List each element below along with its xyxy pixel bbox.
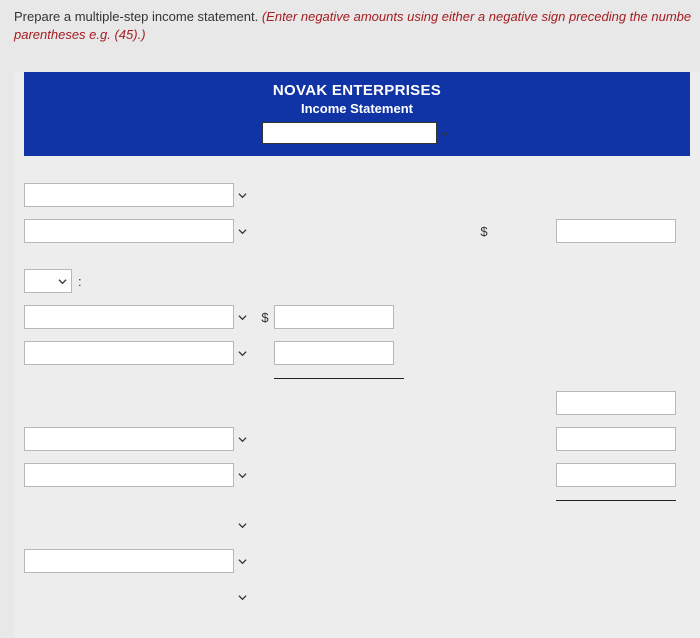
label-dropdown[interactable] bbox=[234, 429, 250, 449]
chevron-down-icon bbox=[238, 313, 247, 322]
chevron-down-icon bbox=[440, 129, 449, 138]
single-underline bbox=[556, 500, 676, 501]
line-row bbox=[24, 460, 690, 490]
instruction-main: Prepare a multiple-step income statement… bbox=[14, 9, 262, 24]
amount-input[interactable] bbox=[556, 427, 676, 451]
period-dropdown[interactable] bbox=[437, 123, 453, 143]
account-label-input[interactable] bbox=[24, 219, 234, 243]
account-label-input[interactable] bbox=[24, 305, 234, 329]
line-row bbox=[24, 338, 690, 368]
chevron-down-icon bbox=[238, 191, 247, 200]
amount-input[interactable] bbox=[274, 305, 394, 329]
chevron-down-icon bbox=[238, 557, 247, 566]
statement-banner: NOVAK ENTERPRISES Income Statement bbox=[24, 72, 690, 156]
label-dropdown[interactable] bbox=[234, 515, 250, 535]
line-row bbox=[24, 388, 690, 418]
label-dropdown[interactable] bbox=[234, 343, 250, 363]
chevron-down-icon bbox=[238, 349, 247, 358]
amount-input[interactable] bbox=[556, 463, 676, 487]
label-dropdown[interactable] bbox=[234, 307, 250, 327]
subtotal-rule bbox=[24, 496, 690, 504]
line-row: $ bbox=[24, 302, 690, 332]
chevron-down-icon bbox=[238, 227, 247, 236]
worksheet: NOVAK ENTERPRISES Income Statement $ bbox=[14, 72, 700, 638]
label-dropdown[interactable] bbox=[234, 221, 250, 241]
chevron-down-icon bbox=[238, 521, 247, 530]
single-underline bbox=[274, 378, 404, 379]
label-dropdown[interactable] bbox=[234, 551, 250, 571]
statement-subtitle: Income Statement bbox=[24, 101, 690, 116]
dollar-sign: $ bbox=[412, 224, 556, 239]
line-row: : bbox=[24, 266, 690, 296]
label-dropdown[interactable] bbox=[234, 587, 250, 607]
dollar-sign: $ bbox=[256, 310, 274, 325]
statement-grid: $ : $ bbox=[24, 180, 690, 612]
company-title: NOVAK ENTERPRISES bbox=[24, 82, 690, 99]
amount-input[interactable] bbox=[556, 219, 676, 243]
amount-input[interactable] bbox=[556, 391, 676, 415]
account-label-input[interactable] bbox=[24, 183, 234, 207]
line-row bbox=[24, 424, 690, 454]
chevron-down-icon bbox=[58, 277, 67, 286]
line-row bbox=[24, 582, 690, 612]
label-dropdown[interactable] bbox=[234, 465, 250, 485]
account-label-input[interactable] bbox=[24, 341, 234, 365]
colon-text: : bbox=[78, 274, 82, 289]
label-dropdown[interactable] bbox=[234, 185, 250, 205]
account-label-input[interactable] bbox=[24, 427, 234, 451]
chevron-down-icon bbox=[238, 593, 247, 602]
line-row bbox=[24, 180, 690, 210]
account-label-input[interactable] bbox=[24, 549, 234, 573]
amount-input[interactable] bbox=[274, 341, 394, 365]
chevron-down-icon bbox=[238, 435, 247, 444]
mini-dropdown[interactable] bbox=[24, 269, 72, 293]
subtotal-rule bbox=[24, 374, 690, 382]
line-row bbox=[24, 510, 690, 540]
account-label-input[interactable] bbox=[24, 463, 234, 487]
line-row: $ bbox=[24, 216, 690, 246]
period-input[interactable] bbox=[262, 122, 437, 144]
chevron-down-icon bbox=[238, 471, 247, 480]
instruction-text: Prepare a multiple-step income statement… bbox=[14, 8, 700, 44]
line-row bbox=[24, 546, 690, 576]
